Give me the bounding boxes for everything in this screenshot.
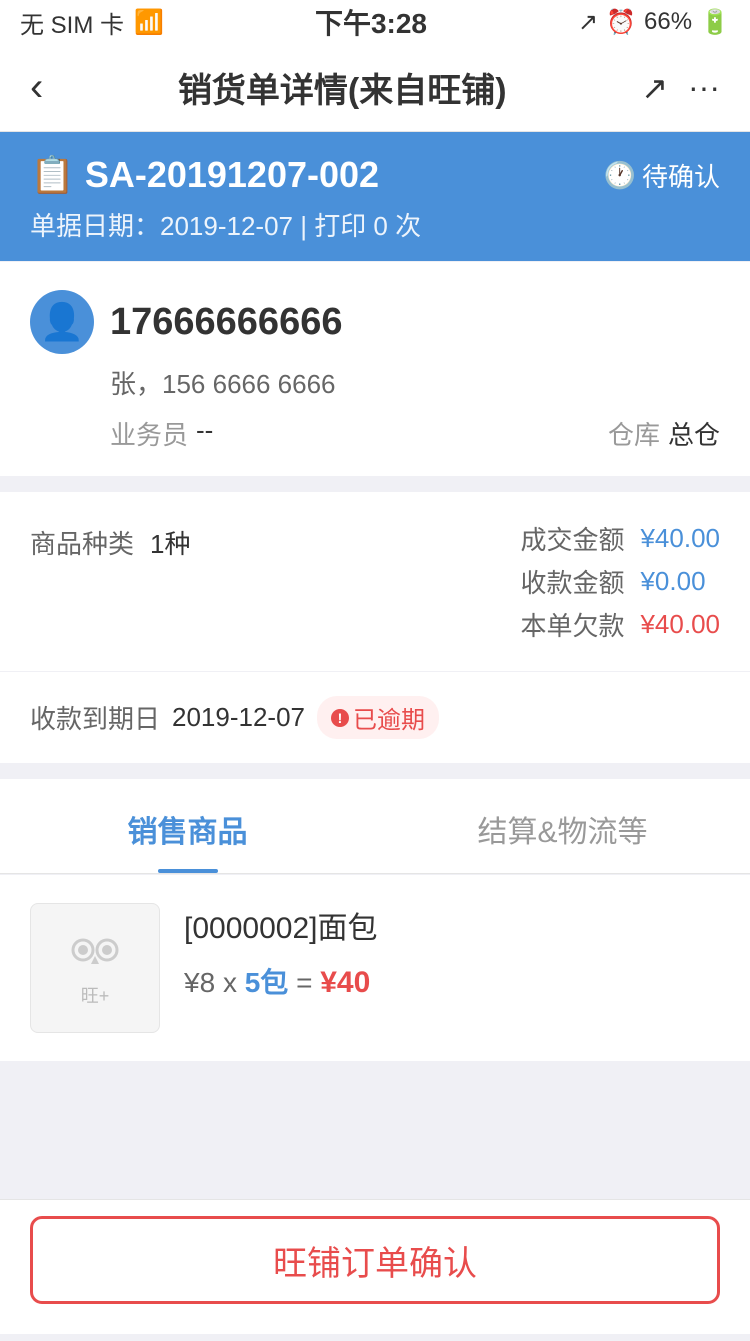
battery-text: 66% [644, 8, 692, 36]
due-date: 2019-12-07 [172, 702, 305, 733]
carrier-text: 无 SIM 卡 [20, 5, 124, 40]
product-info: [0000002]面包 ¥8 x 5包 = ¥40 [184, 903, 720, 1001]
back-button[interactable]: ‹ [30, 65, 43, 110]
status-left: 无 SIM 卡 📶 [20, 5, 164, 40]
transaction-label: 成交金额 [484, 520, 624, 557]
order-id: 📋 SA-20191207-002 [30, 154, 379, 196]
warehouse-value: 总仓 [668, 415, 720, 452]
share-button[interactable]: ↗ [641, 69, 668, 107]
clock-icon: 🕐 [604, 160, 636, 191]
location-icon: ↗ [578, 8, 598, 37]
transaction-value: ¥40.00 [640, 523, 720, 554]
total-price: ¥40 [320, 966, 370, 999]
avatar: 👤 [30, 290, 94, 354]
wifi-icon: 📶 [134, 8, 164, 37]
owl-logo-icon [65, 928, 125, 978]
order-status: 🕐 待确认 [604, 157, 720, 194]
product-section: 旺+ [0000002]面包 ¥8 x 5包 = ¥40 [0, 875, 750, 1061]
quantity-text: 5包 [245, 967, 289, 998]
overdue-text: 已逾期 [353, 700, 425, 735]
owed-value: ¥40.00 [640, 609, 720, 640]
overdue-badge: ! 已逾期 [317, 696, 439, 739]
owed-row: 本单欠款 ¥40.00 [484, 606, 720, 643]
nav-bar: ‹ 销货单详情(来自旺铺) ↗ ··· [0, 44, 750, 132]
customer-meta: 业务员 -- 仓库 总仓 [110, 415, 720, 452]
product-thumb-inner: 旺+ [65, 928, 125, 1008]
status-bar: 无 SIM 卡 📶 下午3:28 ↗ ⏰ 66% 🔋 [0, 0, 750, 44]
stats-left: 商品种类 1种 [30, 520, 190, 643]
customer-phone: 17666666666 [110, 301, 342, 344]
stats-section: 商品种类 1种 成交金额 ¥40.00 收款金额 ¥0.00 本单欠款 ¥40.… [0, 492, 750, 671]
stats-right: 成交金额 ¥40.00 收款金额 ¥0.00 本单欠款 ¥40.00 [484, 520, 720, 643]
time-display: 下午3:28 [315, 2, 427, 42]
customer-top: 👤 17666666666 [30, 290, 720, 354]
tab-settlement[interactable]: 结算&物流等 [375, 779, 750, 873]
order-banner: 📋 SA-20191207-002 🕐 待确认 单据日期：2019-12-07 … [0, 132, 750, 261]
transaction-row: 成交金额 ¥40.00 [484, 520, 720, 557]
received-label: 收款金额 [484, 563, 624, 600]
product-thumbnail: 旺+ [30, 903, 160, 1033]
status-right: ↗ ⏰ 66% 🔋 [578, 8, 730, 37]
product-type-item: 商品种类 1种 [30, 520, 190, 565]
alarm-icon: ⏰ [606, 8, 636, 37]
product-price: ¥8 x 5包 = ¥40 [184, 961, 720, 1001]
received-value: ¥0.00 [640, 566, 705, 597]
product-type-value: 1种 [150, 524, 190, 561]
order-meta: 单据日期：2019-12-07 | 打印 0 次 [30, 206, 720, 243]
avatar-icon: 👤 [40, 301, 85, 343]
customer-section: 👤 17666666666 张，156 6666 6666 业务员 -- 仓库 … [0, 262, 750, 476]
product-name: [0000002]面包 [184, 903, 720, 947]
order-doc-icon: 📋 [30, 154, 75, 196]
due-section: 收款到期日 2019-12-07 ! 已逾期 [0, 672, 750, 763]
warehouse-info: 仓库 总仓 [608, 415, 720, 452]
confirm-button[interactable]: 旺铺订单确认 [30, 1216, 720, 1304]
staff-label: 业务员 [110, 415, 188, 452]
product-type-label: 商品种类 [30, 524, 134, 561]
due-label: 收款到期日 [30, 699, 160, 736]
owed-label: 本单欠款 [484, 606, 624, 643]
nav-actions: ↗ ··· [641, 69, 720, 107]
bottom-bar: 旺铺订单确认 [0, 1199, 750, 1334]
overdue-icon: ! [331, 709, 349, 727]
warehouse-label: 仓库 [608, 415, 660, 452]
customer-name: 张，156 6666 6666 [110, 364, 720, 401]
battery-icon: 🔋 [700, 8, 730, 37]
tab-section: 销售商品 结算&物流等 [0, 779, 750, 874]
brand-text: 旺+ [81, 982, 110, 1008]
staff-value: -- [196, 415, 213, 452]
order-banner-top: 📋 SA-20191207-002 🕐 待确认 [30, 154, 720, 196]
page-title: 销货单详情(来自旺铺) [178, 63, 507, 112]
staff-info: 业务员 -- [110, 415, 213, 452]
tab-sales-goods[interactable]: 销售商品 [0, 779, 375, 873]
more-button[interactable]: ··· [688, 69, 720, 106]
received-row: 收款金额 ¥0.00 [484, 563, 705, 600]
